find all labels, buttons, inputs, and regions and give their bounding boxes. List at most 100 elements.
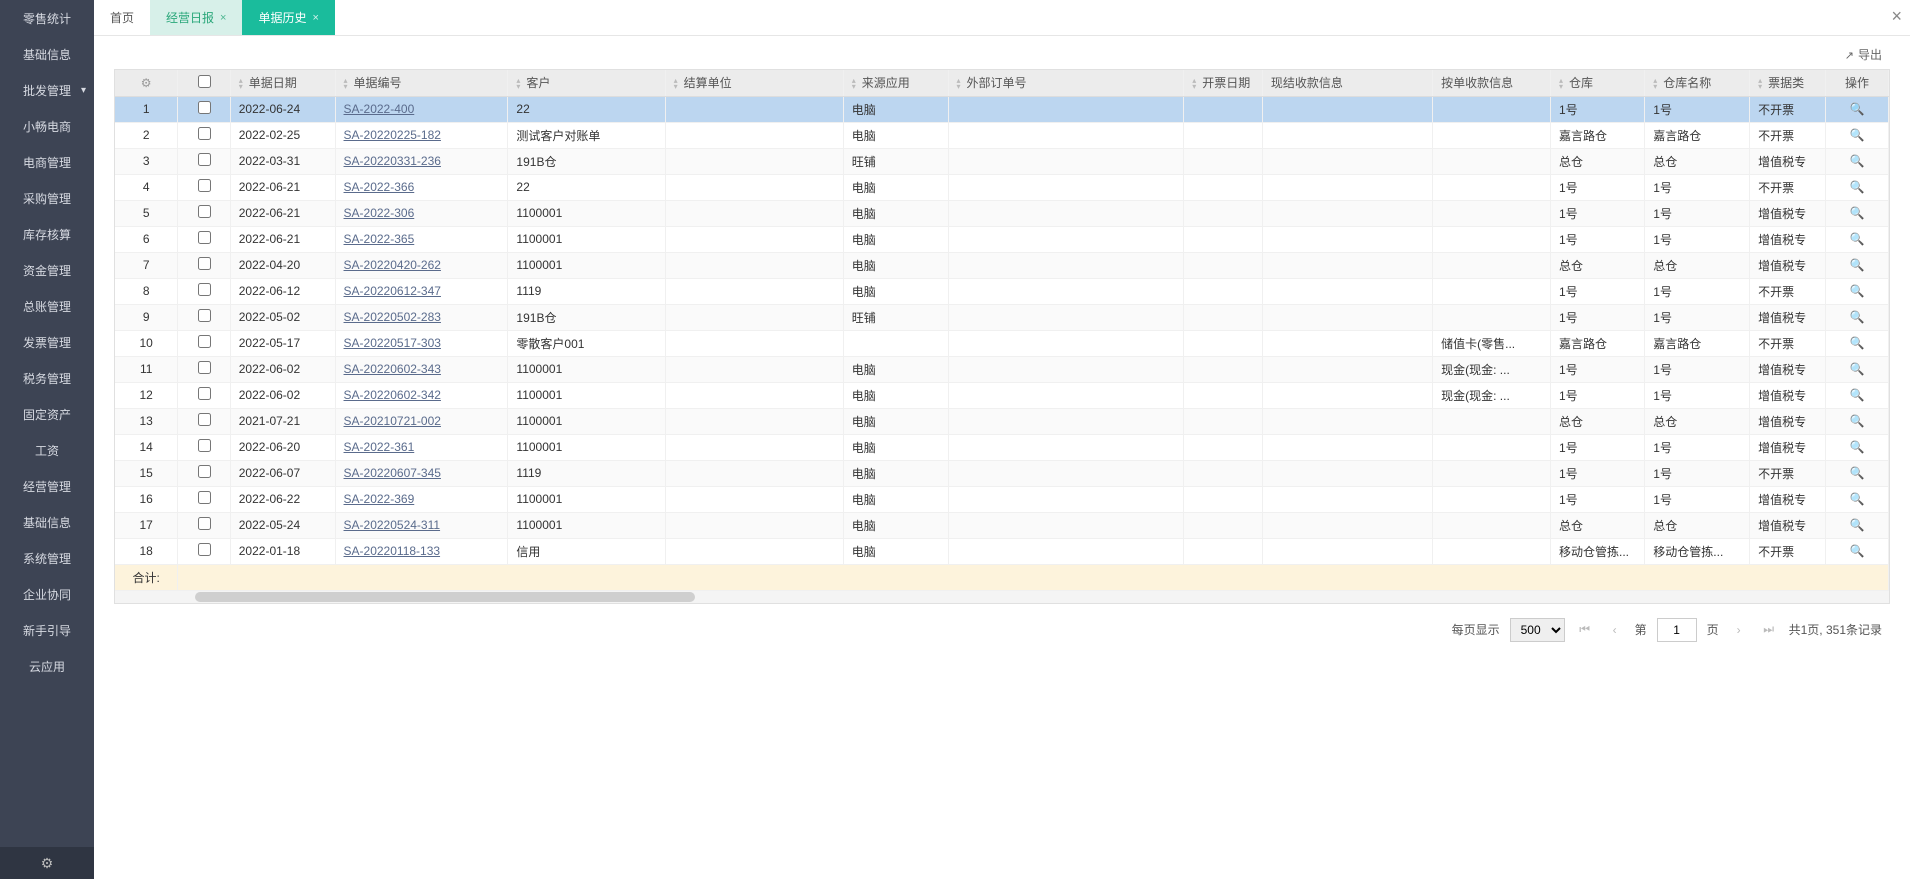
header-cash-receipt[interactable]: 现结收款信息	[1262, 70, 1432, 96]
header-warehouse[interactable]: 仓库	[1550, 70, 1644, 96]
view-icon[interactable]	[1850, 232, 1865, 246]
table-row[interactable]: 172022-05-24SA-20220524-3111100001电脑总仓总仓…	[115, 512, 1889, 538]
view-icon[interactable]	[1850, 414, 1865, 428]
table-row[interactable]: 182022-01-18SA-20220118-133信用电脑移动仓管拣...移…	[115, 538, 1889, 564]
sidebar-item-15[interactable]: 系统管理	[0, 540, 94, 576]
first-page-button[interactable]: ⏮	[1575, 620, 1595, 640]
doc-no-link[interactable]: SA-2022-365	[344, 232, 415, 246]
close-all-tabs-icon[interactable]: ×	[1891, 6, 1902, 27]
table-row[interactable]: 162022-06-22SA-2022-3691100001电脑1号1号增值税专	[115, 486, 1889, 512]
row-checkbox[interactable]	[198, 179, 211, 192]
view-icon[interactable]	[1850, 258, 1865, 272]
row-checkbox[interactable]	[198, 335, 211, 348]
table-row[interactable]: 102022-05-17SA-20220517-303零散客户001储值卡(零售…	[115, 330, 1889, 356]
doc-no-link[interactable]: SA-20220517-303	[344, 336, 441, 350]
header-settle-unit[interactable]: 结算单位	[665, 70, 843, 96]
view-icon[interactable]	[1850, 102, 1865, 116]
sidebar-item-2[interactable]: 批发管理	[0, 72, 94, 108]
doc-no-link[interactable]: SA-2022-366	[344, 180, 415, 194]
header-checkbox[interactable]	[178, 70, 230, 96]
header-doc-no[interactable]: 单据编号	[335, 70, 508, 96]
header-invoice-date[interactable]: 开票日期	[1184, 70, 1263, 96]
row-checkbox[interactable]	[198, 205, 211, 218]
table-row[interactable]: 82022-06-12SA-20220612-3471119电脑1号1号不开票	[115, 278, 1889, 304]
doc-no-link[interactable]: SA-2022-400	[344, 102, 415, 116]
row-checkbox[interactable]	[198, 309, 211, 322]
close-icon[interactable]: ×	[220, 12, 226, 24]
sidebar-settings[interactable]	[0, 847, 94, 879]
doc-no-link[interactable]: SA-20220612-347	[344, 284, 441, 298]
view-icon[interactable]	[1850, 154, 1865, 168]
horizontal-scrollbar[interactable]	[115, 591, 1889, 603]
per-page-select[interactable]: 500	[1510, 618, 1565, 642]
row-checkbox[interactable]	[198, 543, 211, 556]
doc-no-link[interactable]: SA-20220502-283	[344, 310, 441, 324]
doc-no-link[interactable]: SA-20220524-311	[344, 518, 441, 532]
sidebar-item-0[interactable]: 零售统计	[0, 0, 94, 36]
table-row[interactable]: 42022-06-21SA-2022-36622电脑1号1号不开票	[115, 174, 1889, 200]
table-row[interactable]: 112022-06-02SA-20220602-3431100001电脑现金(现…	[115, 356, 1889, 382]
sidebar-item-18[interactable]: 云应用	[0, 648, 94, 684]
last-page-button[interactable]: ⏭	[1759, 620, 1779, 640]
table-row[interactable]: 32022-03-31SA-20220331-236191B仓旺铺总仓总仓增值税…	[115, 148, 1889, 174]
row-checkbox[interactable]	[198, 517, 211, 530]
table-row[interactable]: 52022-06-21SA-2022-3061100001电脑1号1号增值税专	[115, 200, 1889, 226]
row-checkbox[interactable]	[198, 491, 211, 504]
sidebar-item-6[interactable]: 库存核算	[0, 216, 94, 252]
doc-no-link[interactable]: SA-2022-306	[344, 206, 415, 220]
tab-doc-history[interactable]: 单据历史 ×	[242, 0, 334, 35]
sidebar-item-16[interactable]: 企业协同	[0, 576, 94, 612]
sidebar-item-10[interactable]: 税务管理	[0, 360, 94, 396]
sidebar-item-5[interactable]: 采购管理	[0, 180, 94, 216]
sidebar-item-8[interactable]: 总账管理	[0, 288, 94, 324]
table-row[interactable]: 92022-05-02SA-20220502-283191B仓旺铺1号1号增值税…	[115, 304, 1889, 330]
sidebar-item-9[interactable]: 发票管理	[0, 324, 94, 360]
row-checkbox[interactable]	[198, 387, 211, 400]
row-checkbox[interactable]	[198, 361, 211, 374]
view-icon[interactable]	[1850, 310, 1865, 324]
table-row[interactable]: 132021-07-21SA-20210721-0021100001电脑总仓总仓…	[115, 408, 1889, 434]
row-checkbox[interactable]	[198, 439, 211, 452]
doc-no-link[interactable]: SA-2022-369	[344, 492, 415, 506]
sidebar-item-11[interactable]: 固定资产	[0, 396, 94, 432]
header-settings[interactable]	[115, 70, 178, 96]
view-icon[interactable]	[1850, 128, 1865, 142]
tab-home[interactable]: 首页	[94, 0, 150, 35]
view-icon[interactable]	[1850, 206, 1865, 220]
sidebar-item-14[interactable]: 基础信息	[0, 504, 94, 540]
sidebar-item-4[interactable]: 电商管理	[0, 144, 94, 180]
table-row[interactable]: 72022-04-20SA-20220420-2621100001电脑总仓总仓增…	[115, 252, 1889, 278]
table-row[interactable]: 12022-06-24SA-2022-40022电脑1号1号不开票	[115, 96, 1889, 122]
row-checkbox[interactable]	[198, 231, 211, 244]
close-icon[interactable]: ×	[312, 12, 318, 24]
table-row[interactable]: 122022-06-02SA-20220602-3421100001电脑现金(现…	[115, 382, 1889, 408]
doc-no-link[interactable]: SA-20220118-133	[344, 544, 441, 558]
sidebar-item-1[interactable]: 基础信息	[0, 36, 94, 72]
header-invoice-type[interactable]: 票据类	[1750, 70, 1826, 96]
row-checkbox[interactable]	[198, 153, 211, 166]
doc-no-link[interactable]: SA-20210721-002	[344, 414, 441, 428]
view-icon[interactable]	[1850, 362, 1865, 376]
row-checkbox[interactable]	[198, 257, 211, 270]
doc-no-link[interactable]: SA-20220420-262	[344, 258, 441, 272]
doc-no-link[interactable]: SA-2022-361	[344, 440, 415, 454]
view-icon[interactable]	[1850, 180, 1865, 194]
sidebar-item-13[interactable]: 经营管理	[0, 468, 94, 504]
sidebar-item-3[interactable]: 小畅电商	[0, 108, 94, 144]
row-checkbox[interactable]	[198, 413, 211, 426]
row-checkbox[interactable]	[198, 101, 211, 114]
tab-daily-report[interactable]: 经营日报 ×	[150, 0, 242, 35]
sidebar-item-12[interactable]: 工资	[0, 432, 94, 468]
table-row[interactable]: 142022-06-20SA-2022-3611100001电脑1号1号增值税专	[115, 434, 1889, 460]
view-icon[interactable]	[1850, 388, 1865, 402]
sidebar-item-17[interactable]: 新手引导	[0, 612, 94, 648]
next-page-button[interactable]: ›	[1729, 620, 1749, 640]
table-row[interactable]: 152022-06-07SA-20220607-3451119电脑1号1号不开票	[115, 460, 1889, 486]
row-checkbox[interactable]	[198, 127, 211, 140]
view-icon[interactable]	[1850, 518, 1865, 532]
view-icon[interactable]	[1850, 492, 1865, 506]
header-customer[interactable]: 客户	[508, 70, 665, 96]
prev-page-button[interactable]: ‹	[1605, 620, 1625, 640]
header-ext-order-no[interactable]: 外部订单号	[948, 70, 1184, 96]
header-by-order-receipt[interactable]: 按单收款信息	[1433, 70, 1551, 96]
